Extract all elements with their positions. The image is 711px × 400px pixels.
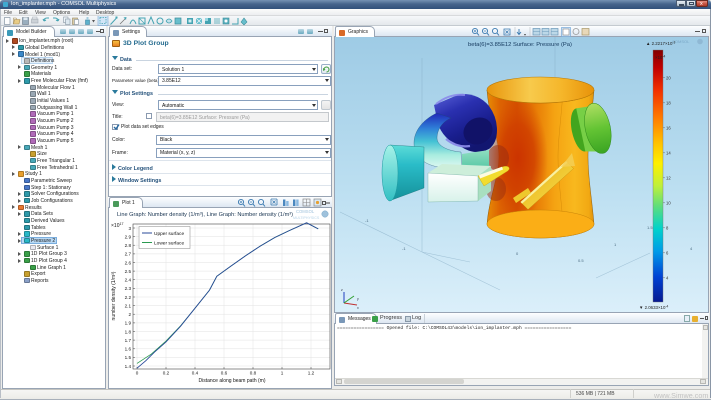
- svg-text:2.6: 2.6: [125, 260, 132, 265]
- svg-text:12: 12: [666, 175, 671, 180]
- svg-text:COMSOL: COMSOL: [296, 209, 315, 214]
- svg-text:0: 0: [136, 371, 139, 376]
- svg-text:y: y: [357, 297, 359, 301]
- svg-text:MULTIPHYSICS: MULTIPHYSICS: [293, 216, 320, 220]
- svg-text:2.7: 2.7: [125, 252, 132, 257]
- svg-text:beta(6)=3.85E12 Surface: Pre: beta(6)=3.85E12 Surface: Pressure (Pa): [468, 42, 572, 48]
- svg-text:Line Graph: Number density (1/: Line Graph: Number density (1/m³), Line …: [117, 212, 293, 218]
- svg-text:Lower surface: Lower surface: [154, 241, 184, 247]
- svg-text:▲ 2.2217×10-3: ▲ 2.2217×10-3: [646, 40, 676, 46]
- svg-text:2.1: 2.1: [125, 303, 132, 308]
- svg-text:0.4: 0.4: [192, 371, 199, 376]
- svg-text:2: 2: [128, 312, 131, 317]
- svg-text:2.5: 2.5: [125, 269, 132, 274]
- svg-text:18: 18: [666, 100, 671, 105]
- svg-text:14: 14: [666, 150, 671, 155]
- svg-text:2.3: 2.3: [125, 286, 132, 291]
- svg-text:1.6: 1.6: [125, 347, 132, 352]
- svg-text:0.8: 0.8: [250, 371, 257, 376]
- svg-text:1: 1: [281, 371, 284, 376]
- svg-text:2.2: 2.2: [125, 295, 132, 300]
- svg-text:3: 3: [128, 226, 131, 231]
- svg-text:0.6: 0.6: [221, 371, 228, 376]
- svg-text:▼ 2.0633×10-4: ▼ 2.0633×10-4: [639, 304, 669, 310]
- svg-text:1.7: 1.7: [125, 338, 132, 343]
- svg-text:2.4: 2.4: [125, 278, 132, 283]
- svg-text:0.2: 0.2: [163, 371, 170, 376]
- svg-text:number density (1/m³): number density (1/m³): [111, 271, 117, 320]
- svg-text:1.9: 1.9: [125, 321, 132, 326]
- svg-text:2.9: 2.9: [125, 234, 132, 239]
- svg-text:0.5: 0.5: [578, 258, 584, 263]
- svg-text:1.5: 1.5: [647, 225, 653, 230]
- svg-text:Distance along beam path (m): Distance along beam path (m): [199, 378, 266, 384]
- svg-text:1.2: 1.2: [308, 371, 315, 376]
- svg-text:1.5: 1.5: [125, 355, 132, 360]
- svg-text:1.8: 1.8: [125, 329, 132, 334]
- svg-text:20: 20: [666, 75, 671, 80]
- svg-text:x: x: [357, 306, 359, 310]
- svg-text:1.4: 1.4: [125, 364, 132, 369]
- svg-text:z: z: [341, 288, 343, 292]
- svg-text:16: 16: [666, 125, 671, 130]
- svg-text:×1017: ×1017: [111, 222, 123, 229]
- svg-text:10: 10: [666, 200, 671, 205]
- svg-text:2.8: 2.8: [125, 243, 132, 248]
- svg-text:Upper surface: Upper surface: [154, 231, 184, 237]
